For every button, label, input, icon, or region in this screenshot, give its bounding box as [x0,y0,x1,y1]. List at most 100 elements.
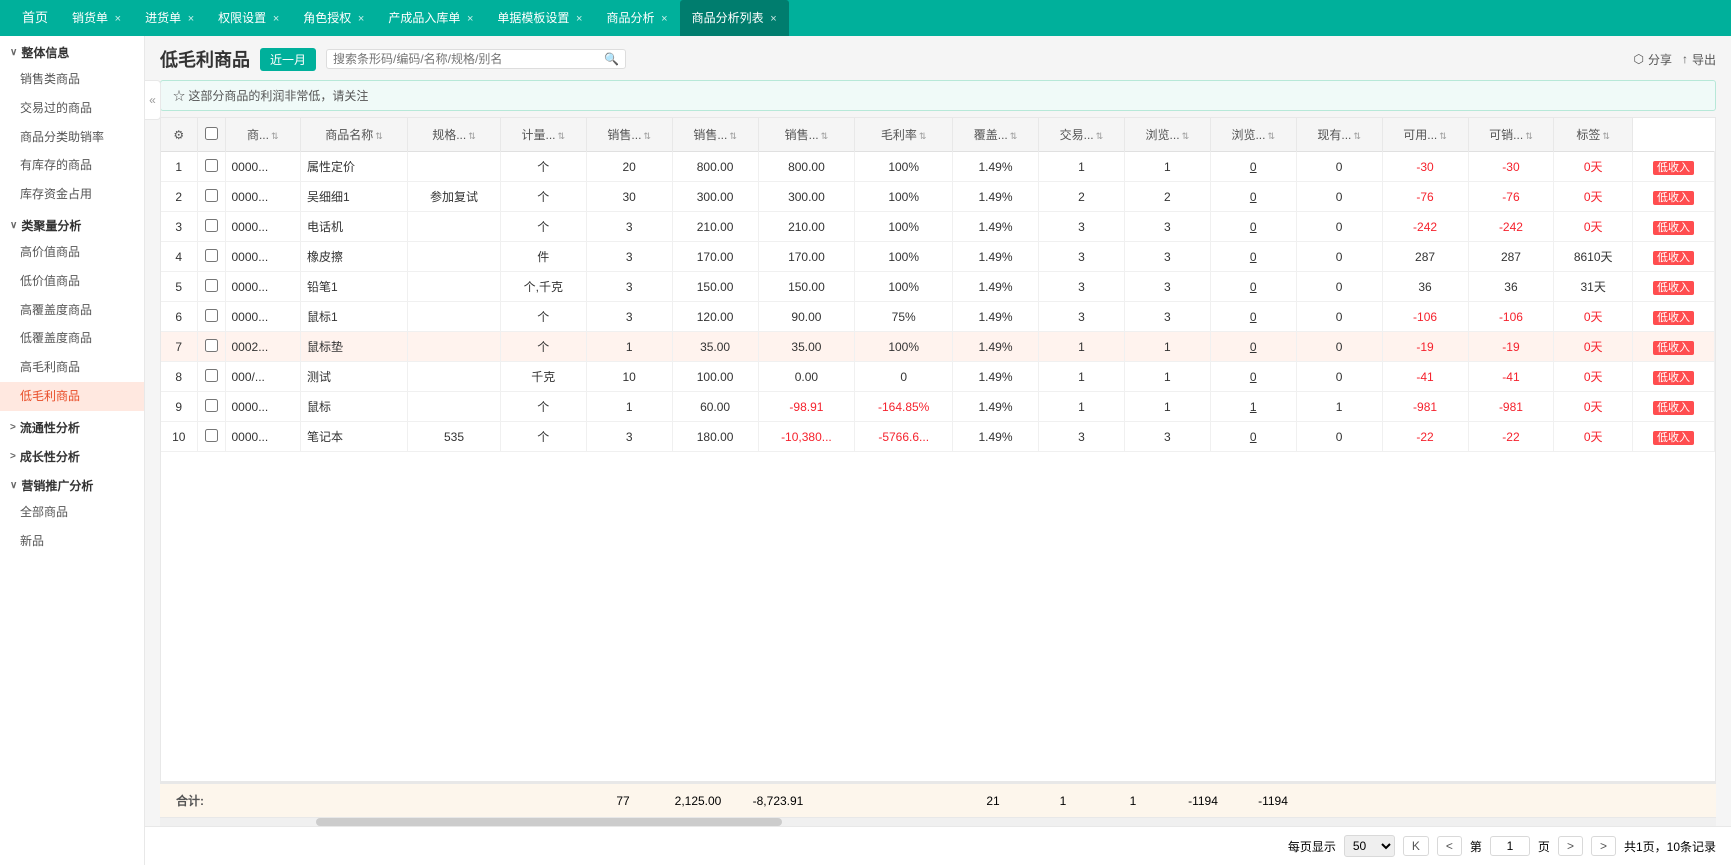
first-page-button[interactable]: K [1403,836,1429,856]
row-select-checkbox[interactable] [205,339,218,352]
row-select-checkbox[interactable] [205,399,218,412]
sidebar-item-high-coverage[interactable]: 高覆盖度商品 [0,296,144,325]
row-select-checkbox[interactable] [205,309,218,322]
last-page-button[interactable]: > [1591,836,1616,856]
page-size-select[interactable]: 50 100 200 [1344,835,1395,857]
sidebar-item-low-coverage[interactable]: 低覆盖度商品 [0,324,144,353]
row-checkbox[interactable] [197,422,225,452]
th-sellable[interactable]: 可销...⇅ [1468,118,1554,152]
select-all-checkbox[interactable] [205,127,218,140]
row-index: 4 [161,242,197,272]
nav-close-products[interactable]: × [467,13,473,25]
th-view1[interactable]: 浏览...⇅ [1124,118,1210,152]
row-select-checkbox[interactable] [205,369,218,382]
th-spec[interactable]: 规格...⇅ [408,118,501,152]
row-checkbox[interactable] [197,242,225,272]
sidebar-item-category-rate[interactable]: 商品分类助销率 [0,123,144,152]
th-settings[interactable]: ⚙ [161,118,197,152]
row-checkbox[interactable] [197,302,225,332]
row-price: 120.00 [672,302,758,332]
row-gross-rate: 1.49% [953,182,1039,212]
nav-templates[interactable]: 单据模板设置 × [485,0,594,36]
row-select-checkbox[interactable] [205,219,218,232]
sidebar-item-high-profit[interactable]: 高毛利商品 [0,353,144,382]
nav-close-templates[interactable]: × [576,13,582,25]
search-icon[interactable]: 🔍 [604,52,619,66]
nav-analysis-list[interactable]: 商品分析列表 × [680,0,789,36]
share-button[interactable]: ⬡ 分享 [1633,51,1672,68]
row-gross-rate: 1.49% [953,272,1039,302]
sidebar-group-growth[interactable]: > 成长性分析 [0,440,144,469]
page-number-input[interactable] [1490,836,1530,856]
sidebar-item-new-products[interactable]: 新品 [0,527,144,556]
sidebar-item-sales-products[interactable]: 销售类商品 [0,65,144,94]
horizontal-scrollbar[interactable] [160,818,1716,826]
next-page-button[interactable]: > [1558,836,1583,856]
row-tag: 低收入 [1632,362,1714,392]
row-checkbox[interactable] [197,362,225,392]
nav-roles[interactable]: 角色授权 × [291,0,376,36]
nav-close-permissions[interactable]: × [273,13,279,25]
search-input[interactable] [333,52,604,66]
th-tag[interactable]: 标签⇅ [1554,118,1633,152]
row-select-checkbox[interactable] [205,249,218,262]
sidebar-item-traded-products[interactable]: 交易过的商品 [0,94,144,123]
nav-close-roles[interactable]: × [358,13,364,25]
sidebar-item-high-value[interactable]: 高价值商品 [0,238,144,267]
row-checkbox[interactable] [197,152,225,182]
nav-permissions[interactable]: 权限设置 × [206,0,291,36]
nav-home[interactable]: 首页 [10,0,60,36]
sidebar-group-overall[interactable]: ∨ 整体信息 [0,36,144,65]
row-checkbox[interactable] [197,182,225,212]
nav-sales[interactable]: 销货单 × [60,0,133,36]
sidebar-item-in-stock[interactable]: 有库存的商品 [0,151,144,180]
row-checkbox[interactable] [197,272,225,302]
row-select-checkbox[interactable] [205,159,218,172]
filter-button[interactable]: 近一月 [260,48,316,71]
nav-close-analysis-list[interactable]: × [770,13,776,25]
th-code[interactable]: 商...⇅ [225,118,300,152]
th-qty[interactable]: 销售...⇅ [586,118,672,152]
th-name[interactable]: 商品名称⇅ [300,118,407,152]
sidebar-item-low-value[interactable]: 低价值商品 [0,267,144,296]
th-view2[interactable]: 浏览...⇅ [1210,118,1296,152]
sidebar-group-marketing[interactable]: ∨ 营销推广分析 [0,469,144,498]
row-checkbox[interactable] [197,392,225,422]
sidebar-group-cluster[interactable]: ∨ 类聚量分析 [0,209,144,238]
th-transactions[interactable]: 交易...⇅ [1038,118,1124,152]
row-coverage: 1 [1038,152,1124,182]
th-unit[interactable]: 计量...⇅ [500,118,586,152]
nav-close-analysis[interactable]: × [661,13,667,25]
nav-product-analysis[interactable]: 商品分析 × [594,0,679,36]
row-current: -30 [1382,152,1468,182]
page-label: 第 [1470,838,1482,855]
row-select-checkbox[interactable] [205,429,218,442]
row-select-checkbox[interactable] [205,189,218,202]
th-price[interactable]: 销售...⇅ [672,118,758,152]
row-select-checkbox[interactable] [205,279,218,292]
th-gross-rate[interactable]: 毛利率⇅ [855,118,953,152]
row-price: 210.00 [672,212,758,242]
row-transactions: 1 [1124,392,1210,422]
sidebar-item-all-products[interactable]: 全部商品 [0,498,144,527]
sidebar-group-flow[interactable]: > 流通性分析 [0,411,144,440]
sidebar-item-low-profit[interactable]: 低毛利商品 [0,382,144,411]
nav-close-sales[interactable]: × [115,13,121,25]
th-sales[interactable]: 销售...⇅ [758,118,855,152]
sidebar-item-capital[interactable]: 库存资金占用 [0,180,144,209]
row-sales: 170.00 [758,242,855,272]
row-checkbox[interactable] [197,332,225,362]
sidebar-collapse-button[interactable]: « [145,80,161,120]
nav-purchase[interactable]: 进货单 × [133,0,206,36]
data-table-container[interactable]: ⚙ 商...⇅ 商品名称⇅ 规格...⇅ 计量...⇅ 销售...⇅ 销售...… [160,117,1716,782]
row-checkbox[interactable] [197,212,225,242]
nav-close-purchase[interactable]: × [188,13,194,25]
prev-page-button[interactable]: < [1437,836,1462,856]
th-available[interactable]: 可用...⇅ [1382,118,1468,152]
row-qty: 30 [586,182,672,212]
th-checkbox[interactable] [197,118,225,152]
export-button[interactable]: ↑ 导出 [1682,51,1716,68]
th-current[interactable]: 现有...⇅ [1296,118,1382,152]
nav-products[interactable]: 产成品入库单 × [376,0,485,36]
th-coverage[interactable]: 覆盖...⇅ [953,118,1039,152]
